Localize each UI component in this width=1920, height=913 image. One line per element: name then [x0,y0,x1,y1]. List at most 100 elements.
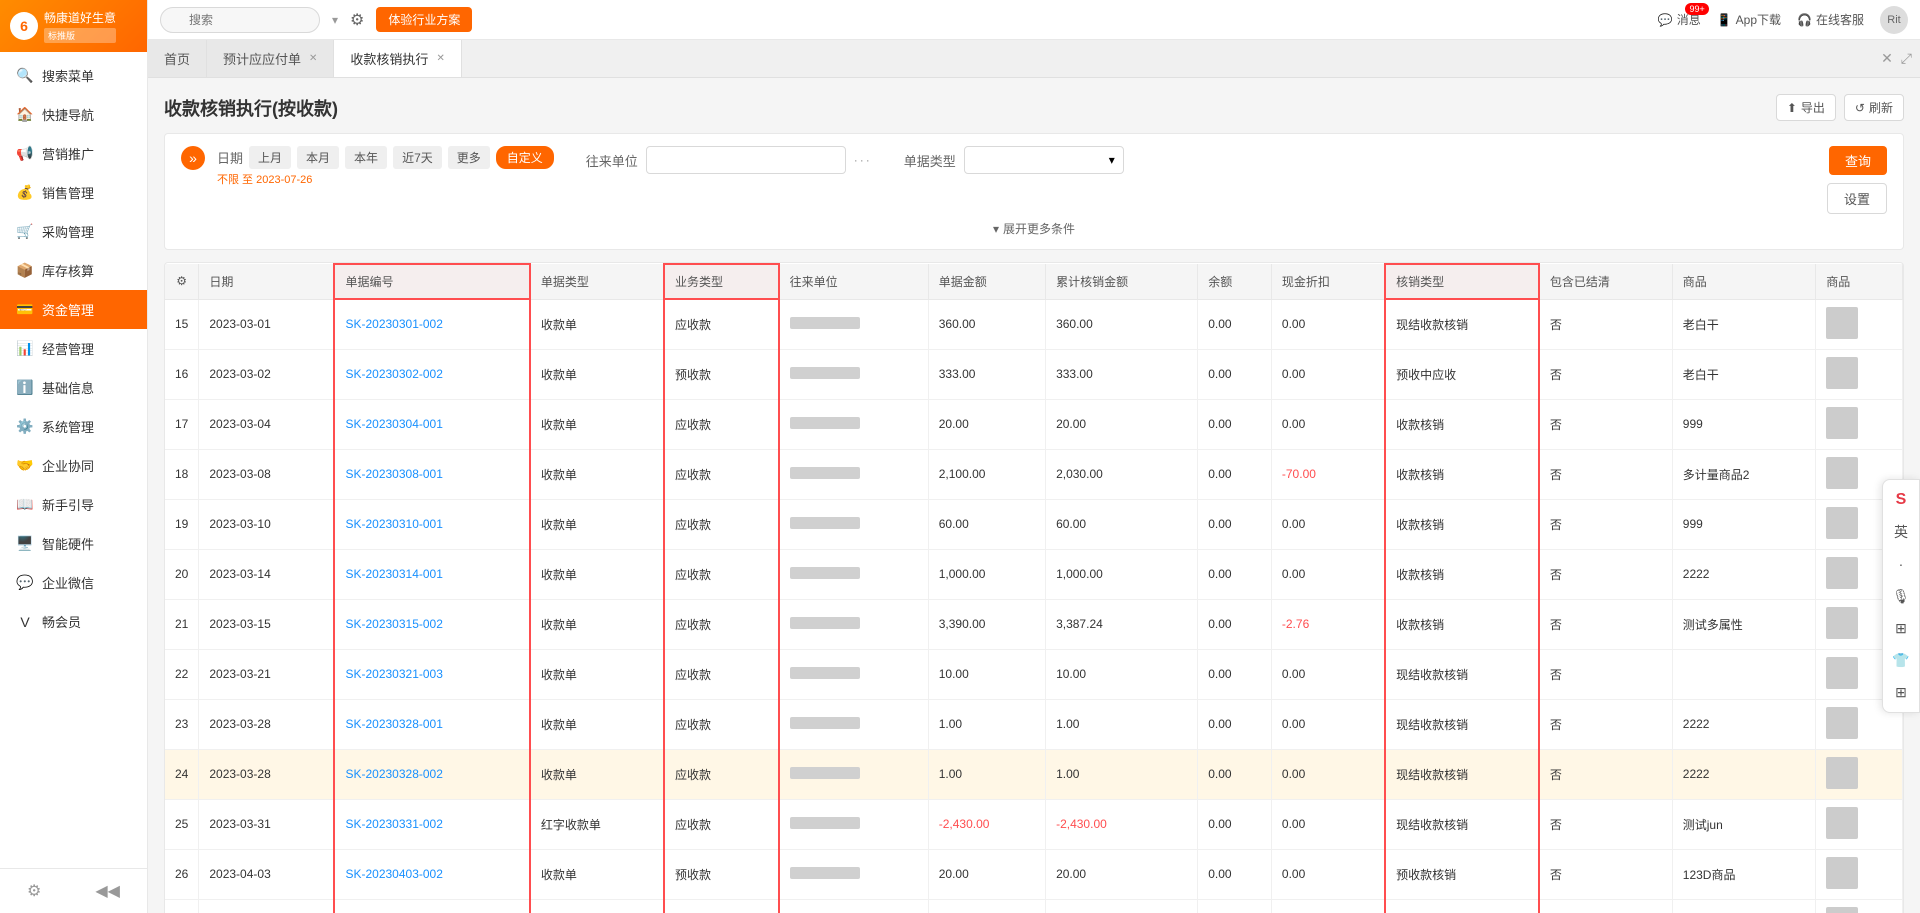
sidebar-item-inventory[interactable]: 📦库存核算 [0,251,147,290]
cell-num: 25 [165,799,199,849]
cell-biz-type: 预收款 [664,849,779,899]
sn-link[interactable]: SK-20230304-001 [345,417,442,431]
export-btn[interactable]: ⬆ 导出 [1776,94,1836,121]
filter-toggle-btn[interactable]: » [181,146,205,170]
partner-input[interactable] [646,146,846,174]
sidebar-label-purchase: 采购管理 [42,222,94,241]
date-last-month-btn[interactable]: 上月 [249,146,291,169]
date-more-btn[interactable]: 更多 [448,146,490,169]
sidebar-item-operations[interactable]: 📊经营管理 [0,329,147,368]
sn-link[interactable]: SK-20230302-002 [345,367,442,381]
tab-close-all-btn[interactable]: ✕ [1881,50,1893,67]
table-row[interactable]: 27 2023-04-08 SK-20230408-001 收款单 应收款 10… [165,899,1903,913]
table-row[interactable]: 25 2023-03-31 SK-20230331-002 红字收款单 应收款 … [165,799,1903,849]
sidebar-item-marketing[interactable]: 📢营销推广 [0,134,147,173]
search-input[interactable] [160,7,320,33]
date-this-month-btn[interactable]: 本月 [297,146,339,169]
sidebar-item-search[interactable]: 🔍搜索菜单 [0,56,147,95]
sidebar-item-guide[interactable]: 📖新手引导 [0,485,147,524]
sidebar-item-finance[interactable]: 💳资金管理 [0,290,147,329]
online-service-btn[interactable]: 🎧 在线客服 [1797,11,1864,28]
industry-btn[interactable]: 体验行业方案 [376,7,472,32]
table-row[interactable]: 18 2023-03-08 SK-20230308-001 收款单 应收款 2,… [165,449,1903,499]
col-settings[interactable]: ⚙ [165,264,199,299]
refresh-btn[interactable]: ↺ 刷新 [1844,94,1904,121]
tab-home[interactable]: 首页 [148,40,207,77]
table-row[interactable]: 19 2023-03-10 SK-20230310-001 收款单 应收款 60… [165,499,1903,549]
query-btn[interactable]: 查询 [1829,146,1887,175]
table-row[interactable]: 24 2023-03-28 SK-20230328-002 收款单 应收款 1.… [165,749,1903,799]
sidebar-item-purchase[interactable]: 🛒采购管理 [0,212,147,251]
cell-num: 19 [165,499,199,549]
sales-icon: 💰 [16,184,34,201]
app-download-btn[interactable]: 📱 App下载 [1717,11,1781,28]
sidebar-item-member[interactable]: V畅会员 [0,602,147,641]
message-btn[interactable]: 💬 消息 99+ [1658,11,1701,28]
float-grid-icon[interactable]: ⊞ [1887,614,1915,642]
cell-sn: SK-20230315-002 [334,599,529,649]
table-row[interactable]: 15 2023-03-01 SK-20230301-002 收款单 应收款 36… [165,299,1903,349]
table-row[interactable]: 16 2023-03-02 SK-20230302-002 收款单 预收款 33… [165,349,1903,399]
cell-accum: 10.00 [1046,649,1198,699]
float-logo-btn[interactable]: S [1887,486,1915,514]
cell-settled: 否 [1539,399,1672,449]
tab-payable-label: 预计应应付单 [223,49,301,68]
sn-link[interactable]: SK-20230314-001 [345,567,442,581]
table-row[interactable]: 17 2023-03-04 SK-20230304-001 收款单 应收款 20… [165,399,1903,449]
cell-balance: 0.00 [1198,549,1272,599]
tab-payable-close[interactable]: ✕ [309,53,317,64]
float-shirt-icon[interactable]: 👕 [1887,646,1915,674]
sidebar-collapse-btn[interactable]: ◀◀ [87,877,128,905]
user-avatar[interactable]: Rit [1880,6,1908,34]
tab-collection[interactable]: 收款核销执行 ✕ [334,40,461,77]
sn-link[interactable]: SK-20230308-001 [345,467,442,481]
table-row[interactable]: 26 2023-04-03 SK-20230403-002 收款单 预收款 20… [165,849,1903,899]
cell-accum: 360.00 [1046,299,1198,349]
sn-link[interactable]: SK-20230328-002 [345,767,442,781]
sn-link[interactable]: SK-20230403-002 [345,867,442,881]
cell-balance: 0.00 [1198,649,1272,699]
expand-conditions-btn[interactable]: ▾ 展开更多条件 [993,220,1075,237]
sidebar-item-hardware[interactable]: 🖥️智能硬件 [0,524,147,563]
sn-link[interactable]: SK-20230331-002 [345,817,442,831]
cell-date: 2023-03-04 [199,399,335,449]
date-7days-btn[interactable]: 近7天 [393,146,442,169]
topbar-settings-icon[interactable]: ⚙ [350,10,364,30]
tab-expand-btn[interactable]: ⤢ [1901,50,1912,67]
table-row[interactable]: 22 2023-03-21 SK-20230321-003 收款单 应收款 10… [165,649,1903,699]
refresh-label: 刷新 [1869,99,1893,116]
cell-biz-type: 应收款 [664,399,779,449]
sidebar-label-member: 畅会员 [42,612,81,631]
float-icon2[interactable]: · [1887,550,1915,578]
float-icon1[interactable]: 英 [1887,518,1915,546]
date-this-year-btn[interactable]: 本年 [345,146,387,169]
settings-btn[interactable]: 设置 [1827,183,1887,214]
tab-collection-close[interactable]: ✕ [436,53,444,64]
sidebar-settings-btn[interactable]: ⚙ [19,877,49,905]
table-row[interactable]: 21 2023-03-15 SK-20230315-002 收款单 应收款 3,… [165,599,1903,649]
float-mic-icon[interactable]: 🎙 [1887,582,1915,610]
sn-link[interactable]: SK-20230328-001 [345,717,442,731]
sn-link[interactable]: SK-20230321-003 [345,667,442,681]
cell-date: 2023-03-21 [199,649,335,699]
date-custom-btn[interactable]: 自定义 [496,146,554,169]
sidebar-item-coop[interactable]: 🤝企业协同 [0,446,147,485]
cell-settled: 否 [1539,499,1672,549]
table-row[interactable]: 20 2023-03-14 SK-20230314-001 收款单 应收款 1,… [165,549,1903,599]
float-plus-icon[interactable]: ⊞ [1887,678,1915,706]
sidebar-item-basic[interactable]: ℹ️基础信息 [0,368,147,407]
table-row[interactable]: 23 2023-03-28 SK-20230328-001 收款单 应收款 1.… [165,699,1903,749]
sidebar-item-system[interactable]: ⚙️系统管理 [0,407,147,446]
dropdown-arrow-icon[interactable]: ▾ [332,13,338,27]
sn-link[interactable]: SK-20230315-002 [345,617,442,631]
sn-link[interactable]: SK-20230301-002 [345,317,442,331]
tab-payable[interactable]: 预计应应付单 ✕ [207,40,334,77]
sidebar-item-shortcut[interactable]: 🏠快捷导航 [0,95,147,134]
cell-biz-type: 应收款 [664,749,779,799]
cell-goods: 123D商品 [1672,849,1815,899]
tabbar-actions: ✕ ⤢ [1873,40,1920,77]
bill-type-select[interactable]: ▾ [964,146,1124,174]
sidebar-item-wechat[interactable]: 💬企业微信 [0,563,147,602]
sidebar-item-sales[interactable]: 💰销售管理 [0,173,147,212]
sn-link[interactable]: SK-20230310-001 [345,517,442,531]
